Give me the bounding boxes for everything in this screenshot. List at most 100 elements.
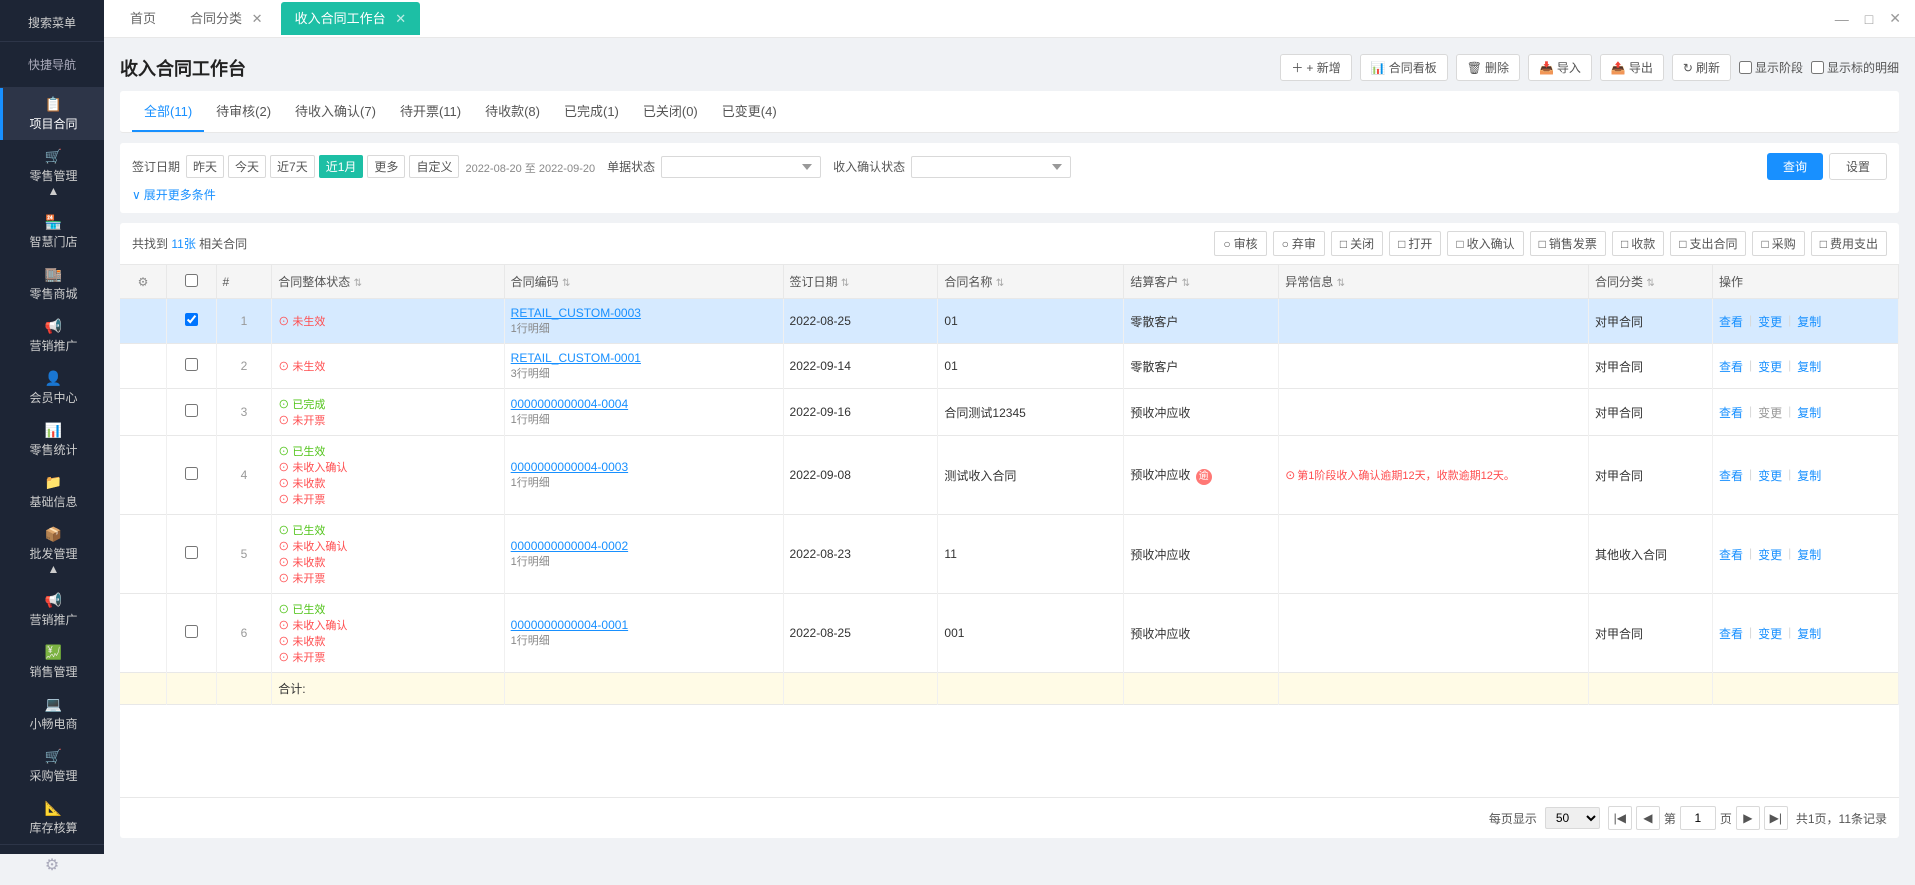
filter-tab-completed[interactable]: 已完成(1): [552, 91, 631, 132]
action-review-btn[interactable]: ○审核: [1214, 231, 1266, 256]
row-checkbox[interactable]: [185, 404, 198, 417]
date-more[interactable]: 更多: [367, 155, 405, 178]
contract-code-link[interactable]: RETAIL_CUSTOM-0003: [511, 306, 641, 320]
change-btn[interactable]: 变更: [1758, 358, 1782, 375]
action-expense-out-btn[interactable]: □费用支出: [1811, 231, 1887, 256]
sidebar-item-purchase[interactable]: 🛒 采购管理: [0, 740, 104, 792]
row-checkbox[interactable]: [185, 313, 198, 326]
filter-tab-pending-review[interactable]: 待审核(2): [204, 91, 283, 132]
sidebar-item-smart-store[interactable]: 🏪 智慧门店: [0, 206, 104, 258]
view-btn[interactable]: 查看: [1719, 404, 1743, 421]
sidebar-item-member[interactable]: 👤 会员中心: [0, 362, 104, 414]
col-code-header[interactable]: 合同编码 ⇅: [504, 265, 783, 299]
tab-income-workbench[interactable]: 收入合同工作台 ✕: [281, 2, 421, 35]
sidebar-item-retail-stats[interactable]: 📊 零售统计: [0, 414, 104, 466]
contract-code-link[interactable]: RETAIL_CUSTOM-0001: [511, 351, 641, 365]
view-btn[interactable]: 查看: [1719, 358, 1743, 375]
col-settings[interactable]: ⚙: [120, 265, 166, 299]
row-checkbox-cell[interactable]: [166, 389, 216, 436]
last-page-btn[interactable]: ▶|: [1764, 806, 1788, 830]
expand-conditions[interactable]: ∨ 展开更多条件: [132, 186, 1887, 203]
minimize-button[interactable]: —: [1831, 11, 1853, 27]
date-7days[interactable]: 近7天: [270, 155, 315, 178]
import-button[interactable]: 📥 导入: [1528, 54, 1592, 81]
col-type-header[interactable]: 合同分类 ⇅: [1589, 265, 1713, 299]
tab-close-income-workbench[interactable]: ✕: [395, 11, 406, 26]
sidebar-item-retail[interactable]: 🛒 零售管理 ▲: [0, 140, 104, 206]
first-page-btn[interactable]: |◀: [1608, 806, 1632, 830]
doc-status-select[interactable]: [661, 156, 821, 178]
view-btn[interactable]: 查看: [1719, 625, 1743, 642]
contract-board-button[interactable]: 📊 合同看板: [1360, 54, 1448, 81]
view-btn[interactable]: 查看: [1719, 313, 1743, 330]
filter-tab-pending-invoice[interactable]: 待开票(11): [388, 91, 473, 132]
sidebar-item-base-info[interactable]: 📁 基础信息: [0, 466, 104, 518]
sidebar-item-wholesale[interactable]: 📦 批发管理 ▲: [0, 518, 104, 584]
row-checkbox-cell[interactable]: [166, 436, 216, 515]
date-yesterday[interactable]: 昨天: [186, 155, 224, 178]
col-name-header[interactable]: 合同名称 ⇅: [938, 265, 1124, 299]
new-button[interactable]: ＋ + 新增: [1280, 54, 1351, 81]
action-sales-invoice-btn[interactable]: □销售发票: [1530, 231, 1606, 256]
col-customer-header[interactable]: 结算客户 ⇅: [1124, 265, 1279, 299]
next-page-btn[interactable]: ▶: [1736, 806, 1760, 830]
row-checkbox[interactable]: [185, 546, 198, 559]
action-payment-btn[interactable]: □收款: [1612, 231, 1664, 256]
filter-tab-changed[interactable]: 已变更(4): [710, 91, 789, 132]
refresh-button[interactable]: ↻ 刷新: [1672, 54, 1731, 81]
col-date-header[interactable]: 签订日期 ⇅: [783, 265, 938, 299]
col-checkbox-header[interactable]: [166, 265, 216, 299]
prev-page-btn[interactable]: ◀: [1636, 806, 1660, 830]
filter-tab-pending-payment[interactable]: 待收款(8): [473, 91, 552, 132]
row-checkbox[interactable]: [185, 358, 198, 371]
copy-btn[interactable]: 复制: [1797, 546, 1821, 563]
row-checkbox[interactable]: [185, 625, 198, 638]
change-btn[interactable]: 变更: [1758, 546, 1782, 563]
row-checkbox-cell[interactable]: [166, 515, 216, 594]
date-today[interactable]: 今天: [228, 155, 266, 178]
change-btn[interactable]: 变更: [1758, 625, 1782, 642]
row-checkbox-cell[interactable]: [166, 594, 216, 673]
sidebar-item-inventory[interactable]: 📐 库存核算: [0, 792, 104, 844]
copy-btn[interactable]: 复制: [1797, 625, 1821, 642]
tab-contract-category[interactable]: 合同分类 ✕: [174, 0, 279, 37]
show-stages-checkbox[interactable]: 显示阶段: [1739, 59, 1803, 76]
copy-btn[interactable]: 复制: [1797, 358, 1821, 375]
tab-home[interactable]: 首页: [114, 0, 172, 37]
export-button[interactable]: 📤 导出: [1600, 54, 1664, 81]
sidebar-item-marketing[interactable]: 📢 营销推广: [0, 310, 104, 362]
row-checkbox-cell[interactable]: [166, 299, 216, 344]
row-checkbox-cell[interactable]: [166, 344, 216, 389]
change-btn[interactable]: 变更: [1758, 467, 1782, 484]
action-open-btn[interactable]: □打开: [1389, 231, 1441, 256]
col-status-header[interactable]: 合同整体状态 ⇅: [272, 265, 504, 299]
change-btn[interactable]: 变更: [1758, 313, 1782, 330]
date-1month[interactable]: 近1月: [319, 155, 364, 178]
show-marked-checkbox[interactable]: 显示标的明细: [1811, 59, 1899, 76]
action-income-confirm-btn[interactable]: □收入确认: [1447, 231, 1523, 256]
maximize-button[interactable]: □: [1861, 11, 1877, 27]
view-btn[interactable]: 查看: [1719, 467, 1743, 484]
filter-tab-all[interactable]: 全部(11): [132, 91, 204, 132]
page-number-input[interactable]: [1680, 806, 1716, 830]
sidebar-item-project[interactable]: 📋 项目合同: [0, 88, 104, 140]
contract-code-link[interactable]: 0000000000004-0001: [511, 618, 628, 632]
copy-btn[interactable]: 复制: [1797, 404, 1821, 421]
action-purchase-btn[interactable]: □采购: [1752, 231, 1804, 256]
query-button[interactable]: 查询: [1767, 153, 1823, 180]
contract-code-link[interactable]: 0000000000004-0003: [511, 460, 628, 474]
col-error-header[interactable]: 异常信息 ⇅: [1279, 265, 1589, 299]
set-button[interactable]: 设置: [1829, 153, 1887, 180]
copy-btn[interactable]: 复制: [1797, 467, 1821, 484]
contract-code-link[interactable]: 0000000000004-0004: [511, 397, 628, 411]
income-confirm-select[interactable]: [911, 156, 1071, 178]
copy-btn[interactable]: 复制: [1797, 313, 1821, 330]
row-checkbox[interactable]: [185, 467, 198, 480]
filter-tab-pending-confirm[interactable]: 待收入确认(7): [283, 91, 388, 132]
sidebar-item-marketing2[interactable]: 📢 营销推广: [0, 584, 104, 636]
sidebar-item-xiaoguang[interactable]: 💻 小畅电商: [0, 688, 104, 740]
select-all-checkbox[interactable]: [185, 274, 198, 287]
page-size-select[interactable]: 50 100: [1545, 807, 1600, 829]
sidebar-item-retail-mall[interactable]: 🏬 零售商城: [0, 258, 104, 310]
action-close-btn[interactable]: □关闭: [1331, 231, 1383, 256]
